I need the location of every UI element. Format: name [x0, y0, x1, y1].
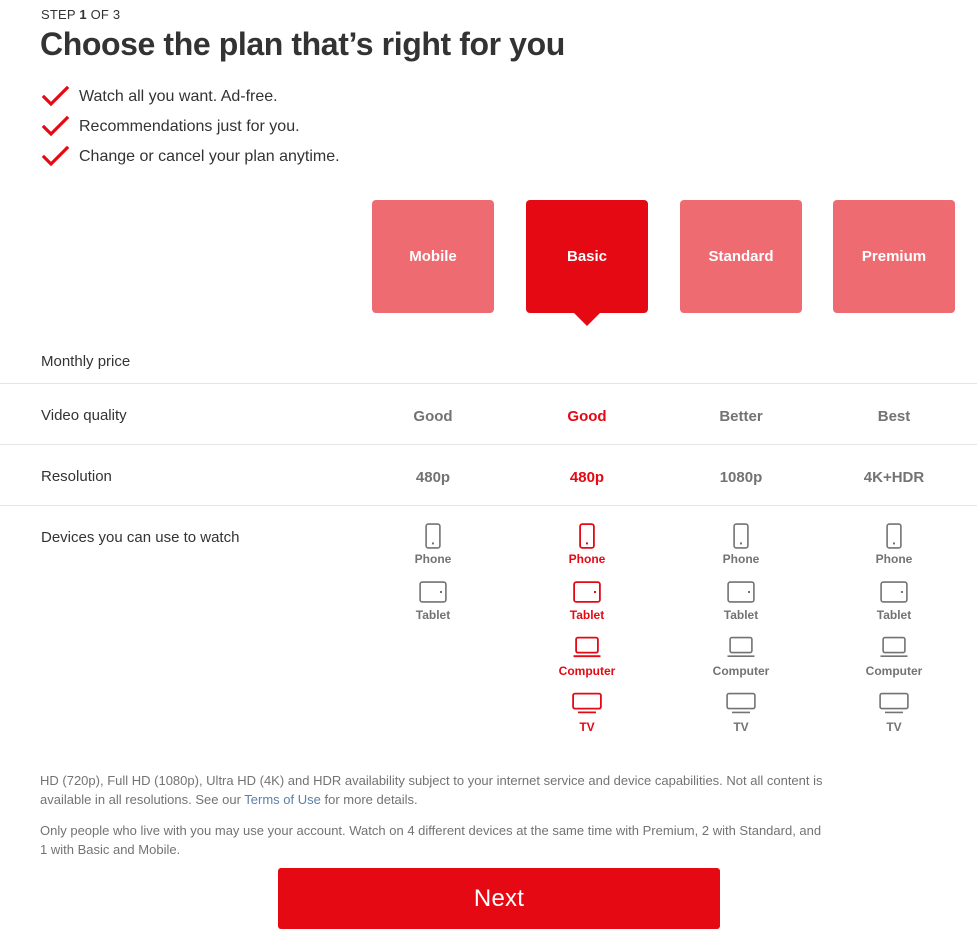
step-current-number: 1	[79, 7, 87, 22]
benefit-label: Recommendations just for you.	[79, 118, 300, 135]
device-computer: Computer	[680, 632, 802, 688]
table-row-devices: Devices you can use to watch Phone Table…	[0, 505, 977, 750]
selected-pointer-icon	[574, 313, 600, 326]
phone-icon	[733, 520, 749, 552]
device-tablet: Tablet	[526, 576, 648, 632]
benefits-list: Watch all you want. Ad-free. Recommendat…	[41, 82, 340, 172]
table-cell: Good	[413, 408, 453, 425]
tv-icon	[878, 688, 910, 720]
device-phone: Phone	[833, 520, 955, 576]
device-label: Computer	[865, 664, 923, 678]
phone-icon	[579, 520, 595, 552]
device-phone: Phone	[372, 520, 494, 576]
check-icon	[41, 115, 71, 138]
next-button[interactable]: Next	[278, 868, 720, 929]
table-cell: 480p	[415, 469, 451, 486]
step-indicator: STEP 1 OF 3	[41, 7, 121, 22]
footnotes: HD (720p), Full HD (1080p), Ultra HD (4K…	[40, 772, 830, 871]
table-row-monthly-price: Monthly price	[0, 330, 977, 383]
footnote-text-a: HD (720p), Full HD (1080p), Ultra HD (4K…	[40, 773, 823, 807]
check-icon	[41, 85, 71, 108]
device-tv: TV	[526, 688, 648, 744]
device-label: Tablet	[876, 608, 912, 622]
device-label: Phone	[875, 552, 913, 566]
device-label: Tablet	[415, 608, 451, 622]
plan-tile-mobile[interactable]: Mobile	[372, 200, 494, 313]
plan-tile-premium[interactable]: Premium	[833, 200, 955, 313]
device-tablet: Tablet	[680, 576, 802, 632]
benefit-label: Change or cancel your plan anytime.	[79, 148, 340, 165]
page-title: Choose the plan that’s right for you	[40, 26, 565, 62]
device-column-basic: Phone Tablet Computer TV	[526, 520, 648, 744]
plan-tile-basic[interactable]: Basic	[526, 200, 648, 326]
plan-tile-label: Basic	[566, 248, 608, 265]
tv-icon	[725, 688, 757, 720]
list-item: Watch all you want. Ad-free.	[41, 82, 340, 112]
table-row-resolution: Resolution 480p 480p 1080p 4K+HDR	[0, 444, 977, 505]
list-item: Change or cancel your plan anytime.	[41, 142, 340, 172]
plan-tile-group: Mobile Basic Standard Premium	[0, 200, 977, 330]
table-cell: 480p	[569, 469, 605, 486]
computer-icon	[879, 632, 909, 664]
table-cell: 1080p	[719, 469, 763, 486]
device-label: Phone	[722, 552, 760, 566]
check-icon	[41, 145, 71, 168]
device-tablet: Tablet	[833, 576, 955, 632]
list-item: Recommendations just for you.	[41, 112, 340, 142]
device-phone: Phone	[680, 520, 802, 576]
tablet-icon	[880, 576, 908, 608]
tablet-icon	[573, 576, 601, 608]
device-tablet: Tablet	[372, 576, 494, 632]
footnote-hd-availability: HD (720p), Full HD (1080p), Ultra HD (4K…	[40, 772, 830, 810]
device-label: Phone	[414, 552, 452, 566]
device-computer: Computer	[526, 632, 648, 688]
table-cell: 4K+HDR	[863, 469, 925, 486]
device-label: Tablet	[569, 608, 605, 622]
row-values	[0, 330, 977, 383]
footnote-text-b: for more details.	[320, 791, 418, 807]
phone-icon	[886, 520, 902, 552]
device-phone: Phone	[526, 520, 648, 576]
row-values: 480p 480p 1080p 4K+HDR	[0, 445, 977, 505]
device-label: Computer	[558, 664, 616, 678]
benefit-label: Watch all you want. Ad-free.	[79, 88, 278, 105]
device-column-standard: Phone Tablet Computer TV	[680, 520, 802, 744]
tablet-icon	[419, 576, 447, 608]
tv-icon	[571, 688, 603, 720]
plan-tile-label: Standard	[708, 248, 774, 265]
device-tv: TV	[680, 688, 802, 744]
device-label: Computer	[712, 664, 770, 678]
plan-tile-standard[interactable]: Standard	[680, 200, 802, 313]
device-label: Phone	[568, 552, 606, 566]
plan-tile-label: Premium	[861, 248, 927, 265]
device-computer: Computer	[833, 632, 955, 688]
device-label: TV	[733, 720, 749, 734]
terms-of-use-link[interactable]: Terms of Use	[244, 792, 321, 807]
device-column-mobile: Phone Tablet	[372, 520, 494, 632]
table-cell: Good	[567, 408, 607, 425]
plan-comparison-table: Monthly price Video quality Good Good Be…	[0, 330, 977, 750]
device-label: TV	[886, 720, 902, 734]
plan-tile-label: Mobile	[409, 248, 457, 265]
table-cell: Best	[877, 408, 911, 425]
table-cell: Better	[719, 408, 763, 425]
table-row-video-quality: Video quality Good Good Better Best	[0, 383, 977, 444]
footnote-household: Only people who live with you may use yo…	[40, 822, 822, 857]
device-tv: TV	[833, 688, 955, 744]
device-columns: Phone Tablet Phone Tablet Computer TV Ph…	[0, 520, 977, 750]
computer-icon	[726, 632, 756, 664]
computer-icon	[572, 632, 602, 664]
phone-icon	[425, 520, 441, 552]
tablet-icon	[727, 576, 755, 608]
row-values: Good Good Better Best	[0, 384, 977, 444]
device-label: Tablet	[723, 608, 759, 622]
device-label: TV	[579, 720, 595, 734]
device-column-premium: Phone Tablet Computer TV	[833, 520, 955, 744]
